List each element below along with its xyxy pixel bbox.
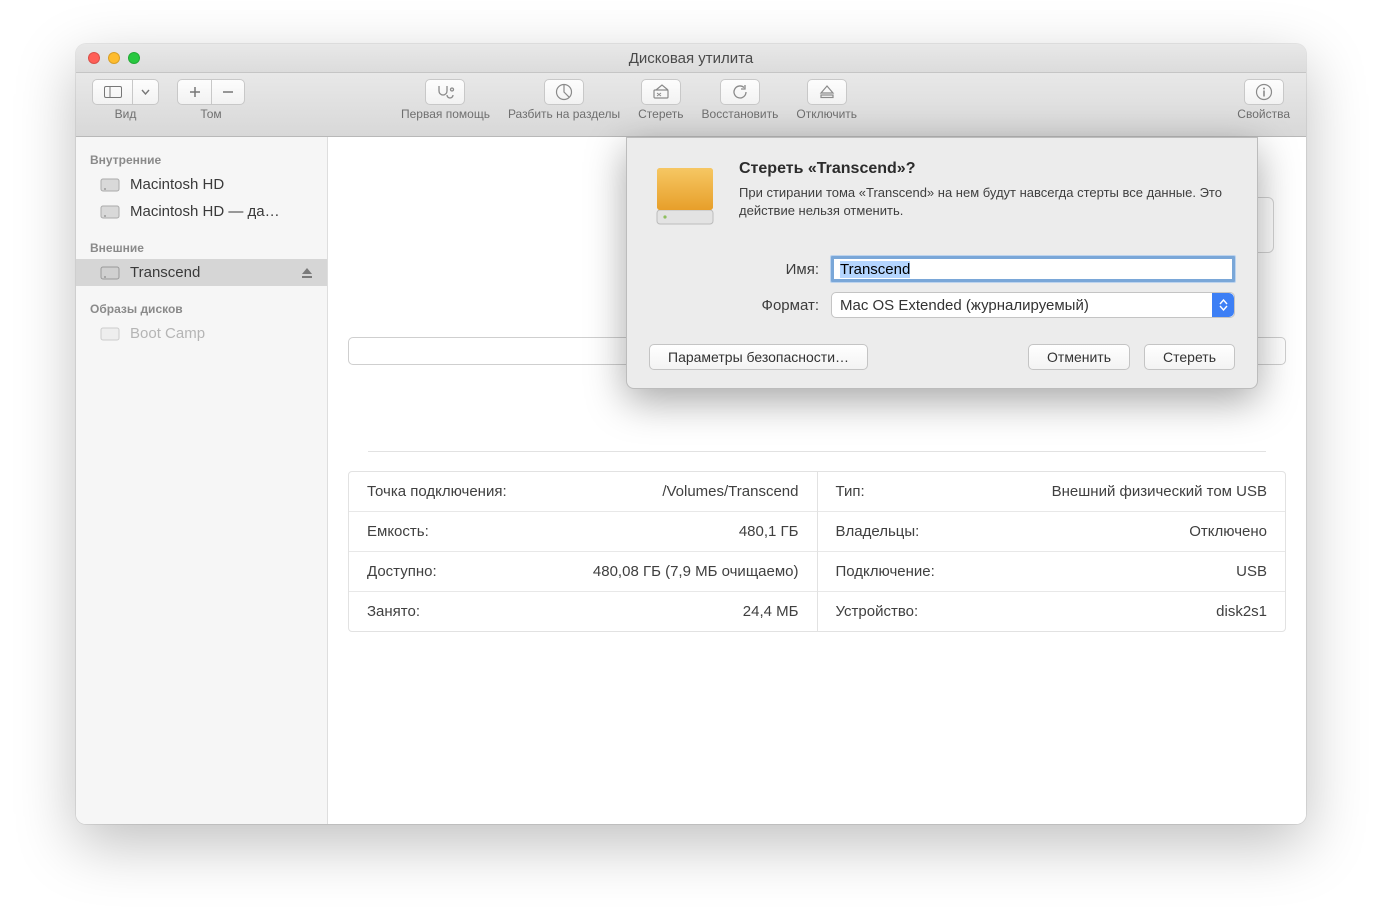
sidebar-item-label: Transcend (130, 264, 200, 281)
sidebar-section-external: Внешние (76, 235, 327, 259)
select-arrows-icon (1212, 293, 1234, 317)
internal-disk-icon (100, 205, 120, 219)
info-row-device: Устройство:disk2s1 (818, 592, 1286, 631)
toolbar: Вид Том Первая помощь Раз (76, 73, 1306, 137)
cancel-button[interactable]: Отменить (1028, 344, 1130, 370)
first-aid-label: Первая помощь (401, 107, 490, 121)
sidebar-item-transcend[interactable]: Transcend (76, 259, 327, 286)
info-row-available: Доступно:480,08 ГБ (7,9 МБ очищаемо) (349, 552, 817, 592)
close-window-button[interactable] (88, 52, 100, 64)
unmount-button[interactable] (807, 79, 847, 105)
erase-button[interactable] (641, 79, 681, 105)
erase-label: Стереть (638, 107, 683, 121)
external-disk-icon (100, 266, 120, 280)
info-row-connection: Подключение:USB (818, 552, 1286, 592)
window-title: Дисковая утилита (76, 50, 1306, 67)
sidebar-item-label: Boot Camp (130, 325, 205, 342)
erase-confirm-button[interactable]: Стереть (1144, 344, 1235, 370)
sidebar: Внутренние Macintosh HD Macintosh HD — д… (76, 137, 328, 824)
dialog-title: Стереть «Transcend»? (739, 160, 1235, 178)
eject-icon[interactable] (301, 267, 313, 279)
security-options-button[interactable]: Параметры безопасности… (649, 344, 868, 370)
partition-label: Разбить на разделы (508, 107, 620, 121)
dialog-message: При стирании тома «Transcend» на нем буд… (739, 184, 1235, 219)
view-menu-button[interactable] (132, 79, 159, 105)
view-label: Вид (115, 107, 137, 121)
eject-icon (819, 85, 835, 99)
sidebar-item-macintosh-hd-data[interactable]: Macintosh HD — да… (76, 198, 327, 225)
sidebar-item-boot-camp[interactable]: Boot Camp (76, 320, 327, 347)
restore-icon (731, 84, 749, 100)
info-row-used: Занято:24,4 МБ (349, 592, 817, 631)
info-row-mount: Точка подключения:/Volumes/Transcend (349, 472, 817, 512)
plus-icon (189, 86, 201, 98)
sidebar-icon (104, 86, 122, 98)
external-drive-big-icon (649, 160, 721, 232)
zoom-window-button[interactable] (128, 52, 140, 64)
info-label: Свойства (1237, 107, 1290, 121)
name-input[interactable] (831, 256, 1235, 282)
name-label: Имя: (743, 261, 819, 278)
sidebar-section-internal: Внутренние (76, 147, 327, 171)
titlebar: Дисковая утилита (76, 44, 1306, 73)
pie-icon (555, 83, 573, 101)
remove-volume-button[interactable] (211, 79, 245, 105)
restore-button[interactable] (720, 79, 760, 105)
info-table: Точка подключения:/Volumes/Transcend Емк… (348, 471, 1286, 632)
info-icon (1255, 83, 1273, 101)
chevron-down-icon (141, 89, 150, 95)
info-button[interactable] (1244, 79, 1284, 105)
format-label: Формат: (743, 297, 819, 314)
info-row-owners: Владельцы:Отключено (818, 512, 1286, 552)
format-value: Mac OS Extended (журналируемый) (840, 297, 1089, 314)
format-select[interactable]: Mac OS Extended (журналируемый) (831, 292, 1235, 318)
disk-image-icon (100, 327, 120, 341)
main-content: 480,1 ГБ Точка подключения:/Volumes/Tran… (328, 137, 1306, 824)
info-row-capacity: Емкость:480,1 ГБ (349, 512, 817, 552)
window-controls (88, 52, 140, 64)
minus-icon (222, 86, 234, 98)
sidebar-item-label: Macintosh HD (130, 176, 224, 193)
restore-label: Восстановить (702, 107, 779, 121)
erase-dialog: Стереть «Transcend»? При стирании тома «… (626, 137, 1258, 389)
disk-utility-window: Дисковая утилита Вид (76, 44, 1306, 824)
first-aid-button[interactable] (425, 79, 465, 105)
minimize-window-button[interactable] (108, 52, 120, 64)
sidebar-item-label: Macintosh HD — да… (130, 203, 280, 220)
internal-disk-icon (100, 178, 120, 192)
erase-icon (652, 84, 670, 100)
add-volume-button[interactable] (177, 79, 211, 105)
sidebar-section-images: Образы дисков (76, 296, 327, 320)
unmount-label: Отключить (796, 107, 857, 121)
view-sidebar-button[interactable] (92, 79, 132, 105)
partition-button[interactable] (544, 79, 584, 105)
sidebar-item-macintosh-hd[interactable]: Macintosh HD (76, 171, 327, 198)
volume-label: Том (200, 107, 221, 121)
stethoscope-icon (435, 84, 455, 100)
info-row-type: Тип:Внешний физический том USB (818, 472, 1286, 512)
